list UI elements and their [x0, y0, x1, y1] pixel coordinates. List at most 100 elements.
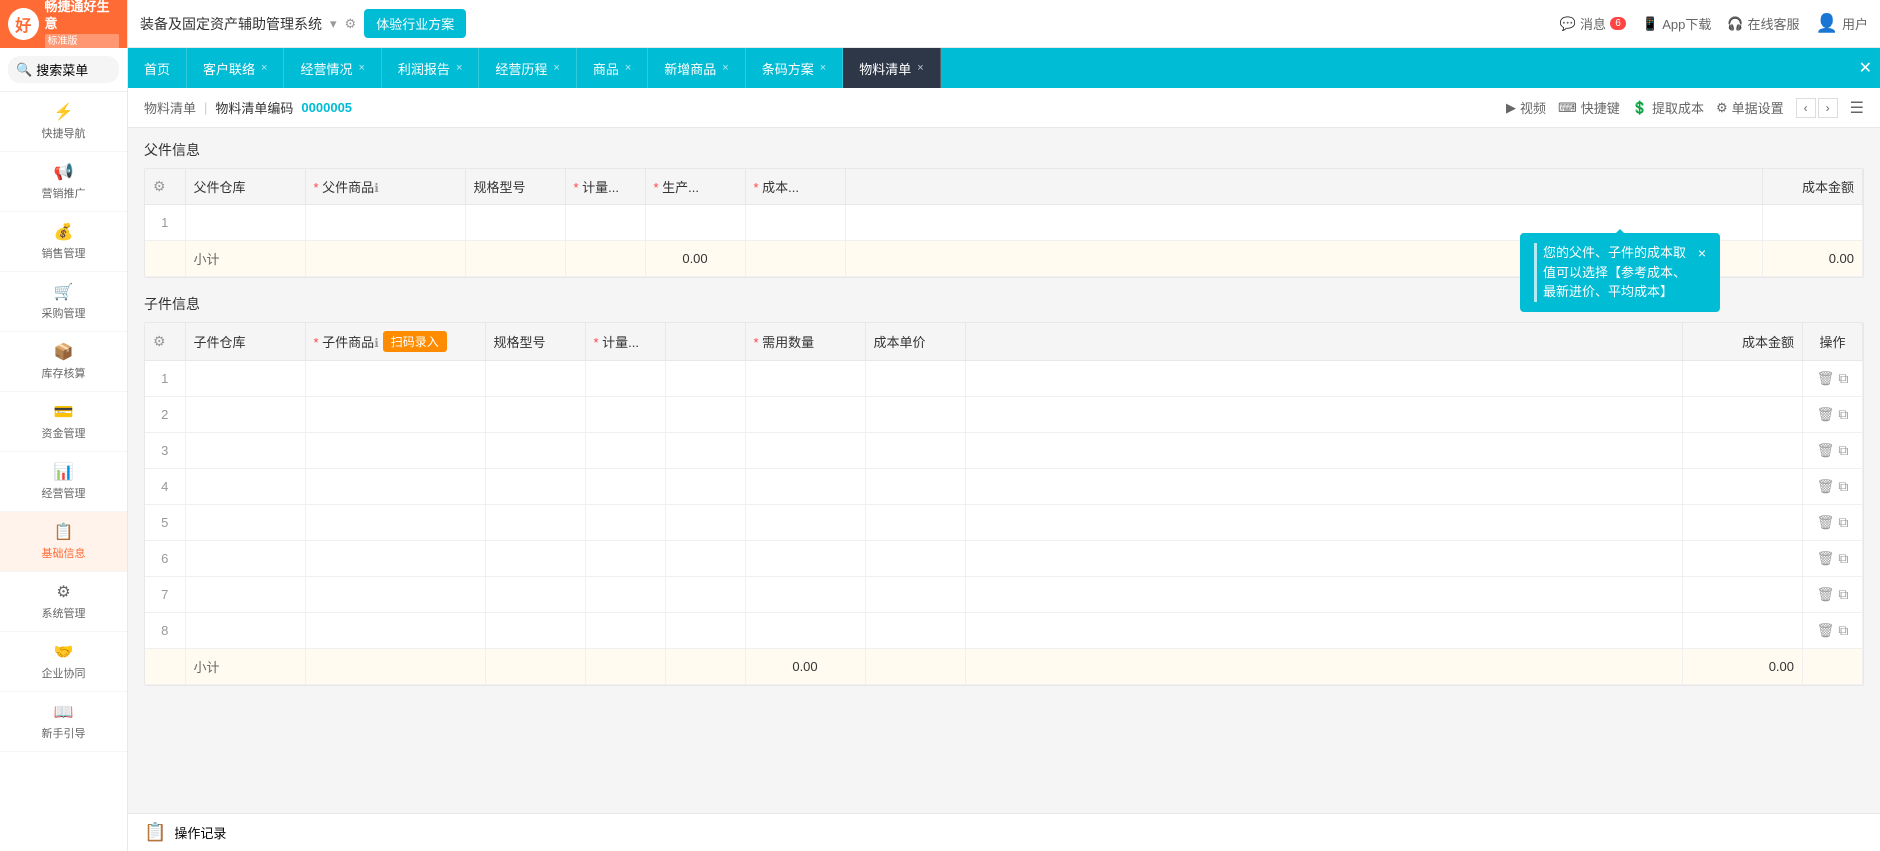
child-row-unit-4[interactable]: [585, 469, 665, 505]
parent-gear-icon[interactable]: ⚙: [153, 178, 166, 194]
tab-bom[interactable]: 物料清单 ×: [843, 48, 940, 88]
child-row-qty-4[interactable]: [745, 469, 865, 505]
child-row-warehouse-7[interactable]: [185, 577, 305, 613]
child-row-warehouse-4[interactable]: [185, 469, 305, 505]
child-row-qty-3[interactable]: [745, 433, 865, 469]
copy-icon-5[interactable]: ⧉: [1838, 514, 1848, 531]
child-row-warehouse-3[interactable]: [185, 433, 305, 469]
child-row-warehouse-2[interactable]: [185, 397, 305, 433]
delete-icon-2[interactable]: 🗑: [1817, 406, 1835, 423]
child-row-spec-4[interactable]: [485, 469, 585, 505]
child-row-goods-1[interactable]: [305, 361, 485, 397]
child-row-spec-7[interactable]: [485, 577, 585, 613]
tab-customer[interactable]: 客户联络 ×: [187, 48, 284, 88]
child-row-unit-1[interactable]: [585, 361, 665, 397]
child-row-spec-5[interactable]: [485, 505, 585, 541]
delete-icon-4[interactable]: 🗑: [1817, 478, 1835, 495]
tab-customer-close[interactable]: ×: [261, 62, 267, 74]
child-row-qty-6[interactable]: [745, 541, 865, 577]
child-row-spec-1[interactable]: [485, 361, 585, 397]
message-button[interactable]: 💬 消息 6: [1560, 14, 1626, 33]
tab-new-goods[interactable]: 新增商品 ×: [648, 48, 745, 88]
parent-row-spec[interactable]: [465, 205, 565, 241]
delete-icon-6[interactable]: 🗑: [1817, 550, 1835, 567]
settings-button[interactable]: ⚙ 单据设置: [1716, 98, 1784, 117]
child-row-goods-7[interactable]: [305, 577, 485, 613]
sidebar-item-sales[interactable]: 💰 销售管理: [0, 212, 127, 272]
gear-settings-icon[interactable]: ⚙: [345, 16, 357, 32]
child-row-qty-7[interactable]: [745, 577, 865, 613]
copy-icon-8[interactable]: ⧉: [1838, 622, 1848, 639]
menu-icon[interactable]: ☰: [1850, 98, 1864, 118]
sidebar-item-system[interactable]: ⚙ 系统管理: [0, 572, 127, 632]
child-row-goods-6[interactable]: [305, 541, 485, 577]
child-row-unit-cost-5[interactable]: [865, 505, 965, 541]
child-row-warehouse-5[interactable]: [185, 505, 305, 541]
tab-close-all[interactable]: ✕: [1859, 58, 1872, 78]
app-download-button[interactable]: 📱 App下载: [1642, 14, 1711, 33]
parent-row-cost[interactable]: [745, 205, 845, 241]
child-row-qty-8[interactable]: [745, 613, 865, 649]
sidebar-item-collaboration[interactable]: 🤝 企业协同: [0, 632, 127, 692]
delete-icon-1[interactable]: 🗑: [1817, 370, 1835, 387]
sidebar-item-basic-info[interactable]: 📋 基础信息: [0, 512, 127, 572]
tab-operations-close[interactable]: ×: [358, 62, 364, 74]
child-row-unit-8[interactable]: [585, 613, 665, 649]
child-row-goods-5[interactable]: [305, 505, 485, 541]
sidebar-item-operations[interactable]: 📊 经营管理: [0, 452, 127, 512]
tab-goods-close[interactable]: ×: [625, 62, 631, 74]
tab-new-goods-close[interactable]: ×: [722, 62, 728, 74]
child-row-unit-6[interactable]: [585, 541, 665, 577]
sidebar-item-marketing[interactable]: 📢 营销推广: [0, 152, 127, 212]
tab-profit-close[interactable]: ×: [456, 62, 462, 74]
parent-row-production[interactable]: [645, 205, 745, 241]
tab-history[interactable]: 经营历程 ×: [479, 48, 576, 88]
child-row-warehouse-8[interactable]: [185, 613, 305, 649]
child-row-goods-4[interactable]: [305, 469, 485, 505]
child-row-unit-2[interactable]: [585, 397, 665, 433]
tab-operations[interactable]: 经营情况 ×: [284, 48, 381, 88]
delete-icon-5[interactable]: 🗑: [1817, 514, 1835, 531]
child-row-goods-8[interactable]: [305, 613, 485, 649]
sidebar-item-quick-nav[interactable]: ⚡ 快捷导航: [0, 92, 127, 152]
child-row-unit-7[interactable]: [585, 577, 665, 613]
child-row-spec-6[interactable]: [485, 541, 585, 577]
delete-icon-3[interactable]: 🗑: [1817, 442, 1835, 459]
child-row-qty-5[interactable]: [745, 505, 865, 541]
sidebar-item-inventory[interactable]: 📦 库存核算: [0, 332, 127, 392]
scan-button[interactable]: 扫码录入: [383, 331, 447, 352]
prev-arrow[interactable]: ‹: [1796, 98, 1816, 118]
tab-barcode[interactable]: 条码方案 ×: [746, 48, 843, 88]
copy-icon-1[interactable]: ⧉: [1838, 370, 1848, 387]
sidebar-item-purchase[interactable]: 🛒 采购管理: [0, 272, 127, 332]
copy-icon-2[interactable]: ⧉: [1838, 406, 1848, 423]
child-row-spec-8[interactable]: [485, 613, 585, 649]
parent-row-warehouse[interactable]: [185, 205, 305, 241]
shortcut-button[interactable]: ⌨ 快捷键: [1558, 98, 1620, 117]
child-row-spec-3[interactable]: [485, 433, 585, 469]
child-row-goods-2[interactable]: [305, 397, 485, 433]
delete-icon-8[interactable]: 🗑: [1817, 622, 1835, 639]
copy-icon-6[interactable]: ⧉: [1838, 550, 1848, 567]
child-row-warehouse-1[interactable]: [185, 361, 305, 397]
view-button[interactable]: ▶ 视频: [1506, 98, 1546, 117]
tab-home[interactable]: 首页: [128, 48, 187, 88]
child-row-goods-3[interactable]: [305, 433, 485, 469]
delete-icon-7[interactable]: 🗑: [1817, 586, 1835, 603]
search-menu-button[interactable]: 🔍 搜索菜单: [8, 56, 119, 83]
child-row-unit-cost-6[interactable]: [865, 541, 965, 577]
child-row-unit-5[interactable]: [585, 505, 665, 541]
copy-icon-4[interactable]: ⧉: [1838, 478, 1848, 495]
tab-goods[interactable]: 商品 ×: [577, 48, 648, 88]
child-row-unit-cost-8[interactable]: [865, 613, 965, 649]
trial-button[interactable]: 体验行业方案: [364, 9, 466, 38]
sidebar-item-finance[interactable]: 💳 资金管理: [0, 392, 127, 452]
child-row-unit-cost-1[interactable]: [865, 361, 965, 397]
parent-row-goods[interactable]: [305, 205, 465, 241]
tab-bom-close[interactable]: ×: [917, 62, 923, 74]
copy-icon-3[interactable]: ⧉: [1838, 442, 1848, 459]
child-row-spec-2[interactable]: [485, 397, 585, 433]
child-row-warehouse-6[interactable]: [185, 541, 305, 577]
child-gear-icon[interactable]: ⚙: [153, 333, 166, 349]
child-row-unit-cost-7[interactable]: [865, 577, 965, 613]
